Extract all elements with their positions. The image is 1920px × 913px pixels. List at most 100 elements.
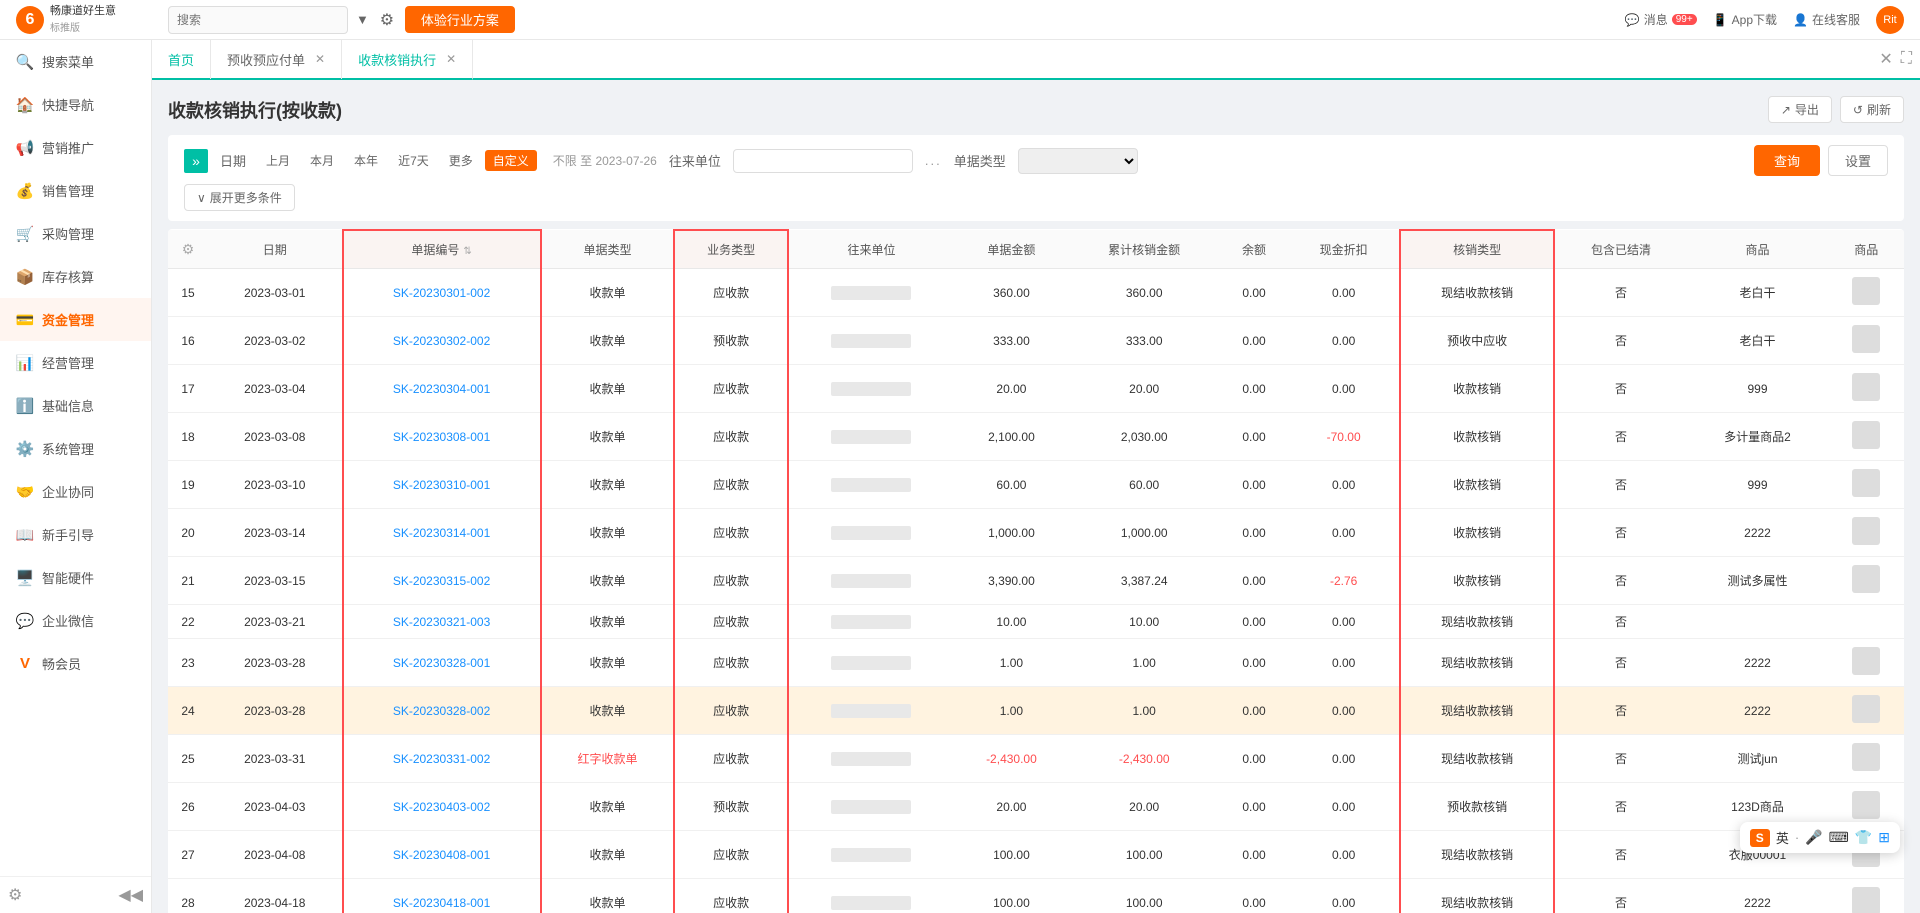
this-year-btn[interactable]: 本年 xyxy=(346,150,386,171)
tab-collection[interactable]: 收款核销执行 ✕ xyxy=(342,40,473,80)
cell-cancel-type: 现结收款核销 xyxy=(1400,735,1554,783)
this-month-btn[interactable]: 本月 xyxy=(302,150,342,171)
cell-balance: 0.00 xyxy=(1220,687,1289,735)
more-dates-btn[interactable]: 更多 xyxy=(441,150,481,171)
sidebar-item-enterprise[interactable]: 🤝 企业协同 xyxy=(0,470,151,513)
cell-partner xyxy=(788,605,954,639)
last-month-btn[interactable]: 上月 xyxy=(258,150,298,171)
voucher-link[interactable]: SK-20230321-003 xyxy=(393,615,490,629)
voucher-link[interactable]: SK-20230315-002 xyxy=(393,574,490,588)
float-item-keyboard[interactable]: ⌨ xyxy=(1829,829,1849,846)
filter-expand-btn[interactable]: » xyxy=(184,149,208,173)
guide-icon: 📖 xyxy=(16,526,34,544)
page-header: 收款核销执行(按收款) ↗ 导出 ↺ 刷新 xyxy=(168,96,1904,123)
filter-section: » 日期 上月 本月 本年 近7天 更多 自定义 不限 至 2023-07-26 xyxy=(168,135,1904,221)
sidebar-item-label-operations: 经营管理 xyxy=(42,353,94,372)
voucher-sort-icon[interactable]: ⇅ xyxy=(463,246,471,257)
cell-biz-type: 预收款 xyxy=(674,783,787,831)
cell-voucher-no: SK-20230418-001 xyxy=(343,879,541,913)
sidebar-settings-icon[interactable]: ⚙ xyxy=(8,885,22,905)
float-item-1[interactable]: 英 xyxy=(1776,828,1789,847)
voucher-link[interactable]: SK-20230408-001 xyxy=(393,848,490,862)
cell-balance: 0.00 xyxy=(1220,413,1289,461)
voucher-link[interactable]: SK-20230418-001 xyxy=(393,896,490,910)
cell-goods: 老白干 xyxy=(1687,269,1829,317)
tab-home[interactable]: 首页 xyxy=(152,40,211,79)
user-avatar[interactable]: Rit xyxy=(1876,6,1904,34)
filter-dots[interactable]: ... xyxy=(925,153,942,168)
sidebar-item-operations[interactable]: 📊 经营管理 xyxy=(0,341,151,384)
basic-icon: ℹ️ xyxy=(16,397,34,415)
top-dropdown-btn[interactable]: ▼ xyxy=(356,12,369,27)
float-item-grid[interactable]: ⊞ xyxy=(1878,829,1890,846)
industry-btn[interactable]: 体验行业方案 xyxy=(405,6,515,33)
sidebar-item-label-system: 系统管理 xyxy=(42,439,94,458)
cell-amount: 10.00 xyxy=(954,605,1068,639)
cell-acc-amount: 100.00 xyxy=(1069,879,1220,913)
col-header-acc-amount: 累计核销金额 xyxy=(1069,230,1220,269)
app-download-item[interactable]: 📱 App下载 xyxy=(1713,11,1777,28)
sidebar-item-sales[interactable]: 💰 销售管理 xyxy=(0,169,151,212)
sidebar-item-member[interactable]: V 畅会员 xyxy=(0,642,151,685)
cell-acc-amount: 2,030.00 xyxy=(1069,413,1220,461)
voucher-link[interactable]: SK-20230328-001 xyxy=(393,656,490,670)
export-btn[interactable]: ↗ 导出 xyxy=(1768,96,1832,123)
voucher-link[interactable]: SK-20230301-002 xyxy=(393,286,490,300)
float-item-mic[interactable]: 🎤 xyxy=(1805,829,1822,846)
tab-maximize-icon[interactable]: ⛶ xyxy=(1901,50,1912,68)
sidebar-item-basic[interactable]: ℹ️ 基础信息 xyxy=(0,384,151,427)
voucher-type-select[interactable] xyxy=(1018,148,1138,174)
messages-icon-item[interactable]: 💬 消息 99+ xyxy=(1625,11,1697,28)
cell-amount: 1,000.00 xyxy=(954,509,1068,557)
cell-voucher-no: SK-20230331-002 xyxy=(343,735,541,783)
sidebar-item-hardware[interactable]: 🖥️ 智能硬件 xyxy=(0,556,151,599)
cell-include-settled: 否 xyxy=(1554,879,1686,913)
refresh-label: 刷新 xyxy=(1867,101,1891,118)
voucher-link[interactable]: SK-20230328-002 xyxy=(393,704,490,718)
date-range-display: 不限 至 2023-07-26 xyxy=(553,152,657,169)
sidebar-item-system[interactable]: ⚙️ 系统管理 xyxy=(0,427,151,470)
sidebar-collapse-icon[interactable]: ◀◀ xyxy=(118,885,143,905)
settings-gear-icon[interactable]: ⚙ xyxy=(377,10,397,30)
voucher-link[interactable]: SK-20230314-001 xyxy=(393,526,490,540)
partner-filter-input[interactable] xyxy=(733,149,913,173)
last7-btn[interactable]: 近7天 xyxy=(390,150,437,171)
col-gear-icon[interactable]: ⚙ xyxy=(182,241,195,257)
sidebar-item-wechat[interactable]: 💬 企业微信 xyxy=(0,599,151,642)
cell-voucher-no: SK-20230403-002 xyxy=(343,783,541,831)
tab-collection-close-icon[interactable]: ✕ xyxy=(446,52,456,66)
sidebar-item-guide[interactable]: 📖 新手引导 xyxy=(0,513,151,556)
expand-more-btn[interactable]: ∨ 展开更多条件 xyxy=(184,184,295,211)
sidebar-item-marketing[interactable]: 📢 营销推广 xyxy=(0,126,151,169)
sidebar-item-capital[interactable]: 💳 资金管理 xyxy=(0,298,151,341)
cell-biz-type: 应收款 xyxy=(674,639,787,687)
online-service-item[interactable]: 👤 在线客服 xyxy=(1793,11,1860,28)
voucher-link[interactable]: SK-20230403-002 xyxy=(393,800,490,814)
voucher-link[interactable]: SK-20230304-001 xyxy=(393,382,490,396)
cell-goods2 xyxy=(1828,365,1904,413)
col-header-gear[interactable]: ⚙ xyxy=(168,230,208,269)
sidebar-item-inventory[interactable]: 📦 库存核算 xyxy=(0,255,151,298)
table-scroll[interactable]: ⚙ 日期 单据编号⇅ 单据类型 业务类型 往来单位 单据金额 累计核销金额 余额 xyxy=(168,229,1904,913)
settings-btn[interactable]: 设置 xyxy=(1828,145,1888,176)
refresh-btn[interactable]: ↺ 刷新 xyxy=(1840,96,1904,123)
top-search-input[interactable] xyxy=(168,6,348,34)
tab-prepay-close-icon[interactable]: ✕ xyxy=(315,52,325,66)
sidebar-item-quicknav[interactable]: 🏠 快捷导航 xyxy=(0,83,151,126)
sidebar-item-purchase[interactable]: 🛒 采购管理 xyxy=(0,212,151,255)
cell-goods2 xyxy=(1828,413,1904,461)
voucher-link[interactable]: SK-20230331-002 xyxy=(393,752,490,766)
tab-actions: ✕ ⛶ xyxy=(1871,49,1920,69)
query-btn[interactable]: 查询 xyxy=(1754,145,1820,176)
cell-acc-amount: 60.00 xyxy=(1069,461,1220,509)
voucher-link[interactable]: SK-20230308-001 xyxy=(393,430,490,444)
float-item-shirt[interactable]: 👕 xyxy=(1855,829,1872,846)
custom-date-btn[interactable]: 自定义 xyxy=(485,150,537,171)
voucher-link[interactable]: SK-20230310-001 xyxy=(393,478,490,492)
message-icon: 💬 xyxy=(1625,13,1640,27)
tab-prepay[interactable]: 预收预应付单 ✕ xyxy=(211,40,342,79)
cell-discount: -70.00 xyxy=(1288,413,1400,461)
voucher-link[interactable]: SK-20230302-002 xyxy=(393,334,490,348)
sidebar-item-search[interactable]: 🔍 搜索菜单 xyxy=(0,40,151,83)
tab-close-all-icon[interactable]: ✕ xyxy=(1879,49,1892,69)
